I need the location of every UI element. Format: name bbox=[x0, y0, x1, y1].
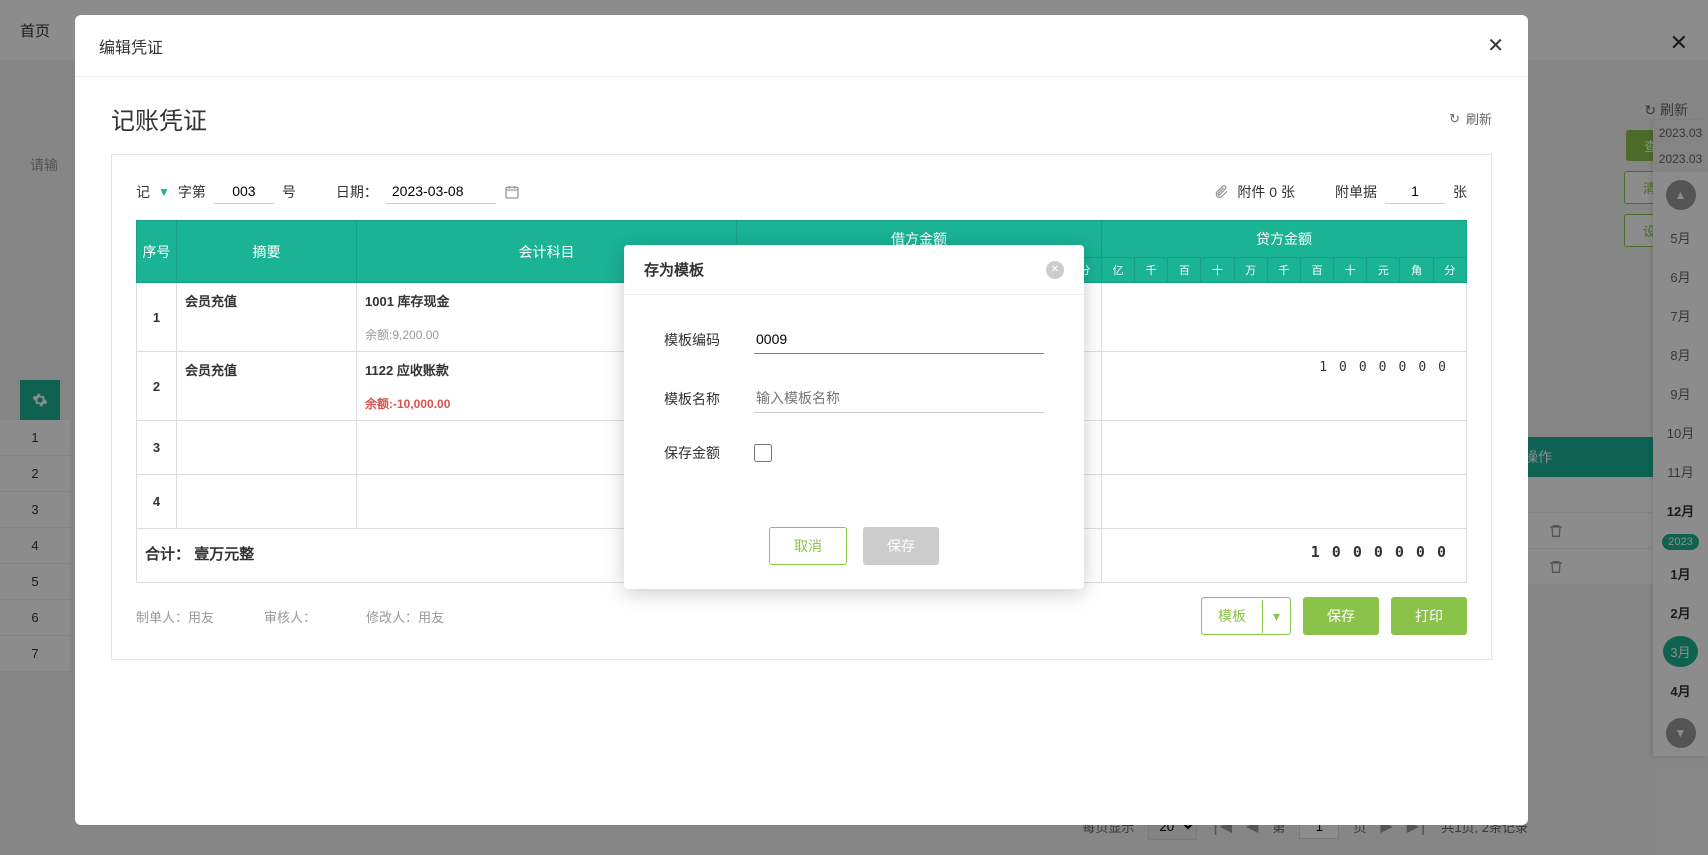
digit-label: 元 bbox=[1367, 258, 1400, 283]
bill-count-input[interactable] bbox=[1385, 179, 1445, 204]
bill-suffix: 张 bbox=[1453, 182, 1467, 202]
digit-label: 十 bbox=[1201, 258, 1234, 283]
digit-label: 千 bbox=[1135, 258, 1168, 283]
template-button[interactable]: 模板 ▾ bbox=[1201, 597, 1291, 635]
calendar-icon[interactable] bbox=[504, 184, 520, 200]
row-idx: 1 bbox=[137, 283, 177, 352]
digit-label: 百 bbox=[1168, 258, 1201, 283]
bill-label: 附单据 bbox=[1335, 182, 1377, 202]
template-code-input[interactable] bbox=[754, 325, 1044, 354]
print-button[interactable]: 打印 bbox=[1391, 597, 1467, 635]
word-label: 字第 bbox=[178, 182, 206, 202]
refresh-icon: ↻ bbox=[1449, 111, 1460, 127]
digit-label: 亿 bbox=[1101, 258, 1134, 283]
template-name-input[interactable] bbox=[754, 384, 1044, 413]
voucher-heading: 记账凭证 bbox=[111, 101, 207, 136]
dialog-title: 存为模板 bbox=[644, 259, 704, 280]
modal-header: 编辑凭证 ✕ bbox=[75, 15, 1528, 77]
chevron-down-icon[interactable]: ▾ bbox=[1262, 600, 1290, 633]
modifier-info: 修改人：用友 bbox=[366, 607, 444, 626]
row-credit[interactable] bbox=[1101, 283, 1466, 352]
template-name-label: 模板名称 bbox=[664, 389, 734, 409]
digit-label: 角 bbox=[1400, 258, 1433, 283]
row-idx: 3 bbox=[137, 421, 177, 475]
template-code-label: 模板编码 bbox=[664, 330, 734, 350]
row-summary[interactable]: 会员充值 bbox=[177, 352, 357, 421]
refresh-button[interactable]: ↻ 刷新 bbox=[1449, 109, 1492, 128]
modal-title: 编辑凭证 bbox=[99, 34, 163, 58]
row-summary[interactable] bbox=[177, 421, 357, 475]
digit-label: 千 bbox=[1267, 258, 1300, 283]
col-idx: 序号 bbox=[137, 221, 177, 283]
auditor-info: 审核人： bbox=[264, 607, 316, 626]
total-credit: 1000000 bbox=[1101, 529, 1466, 583]
digit-label: 万 bbox=[1234, 258, 1267, 283]
maker-info: 制单人：用友 bbox=[136, 607, 214, 626]
row-summary[interactable] bbox=[177, 475, 357, 529]
chevron-down-icon[interactable]: ▼ bbox=[158, 185, 170, 199]
save-amount-label: 保存金额 bbox=[664, 443, 734, 463]
digit-label: 百 bbox=[1300, 258, 1333, 283]
paperclip-icon[interactable] bbox=[1213, 184, 1229, 200]
digit-label: 分 bbox=[1433, 258, 1466, 283]
date-input[interactable] bbox=[386, 179, 496, 204]
voucher-type[interactable]: 记 bbox=[136, 182, 150, 202]
number-suffix: 号 bbox=[282, 182, 296, 202]
col-credit: 贷方金额 bbox=[1101, 221, 1466, 258]
row-credit[interactable] bbox=[1101, 421, 1466, 475]
row-idx: 2 bbox=[137, 352, 177, 421]
dialog-save-button[interactable]: 保存 bbox=[863, 527, 939, 565]
date-label: 日期： bbox=[336, 182, 378, 202]
row-credit[interactable] bbox=[1101, 475, 1466, 529]
row-credit[interactable]: 1000000 bbox=[1101, 352, 1466, 421]
save-amount-checkbox[interactable] bbox=[754, 444, 772, 462]
attachment-label: 附件 0 张 bbox=[1237, 182, 1295, 202]
save-template-dialog: 存为模板 ✕ 模板编码 模板名称 保存金额 取消 保存 bbox=[624, 245, 1084, 589]
modal-close-icon[interactable]: ✕ bbox=[1487, 33, 1504, 58]
save-button[interactable]: 保存 bbox=[1303, 597, 1379, 635]
row-summary[interactable]: 会员充值 bbox=[177, 283, 357, 352]
digit-label: 十 bbox=[1334, 258, 1367, 283]
dialog-close-icon[interactable]: ✕ bbox=[1046, 261, 1064, 279]
col-summary: 摘要 bbox=[177, 221, 357, 283]
dialog-cancel-button[interactable]: 取消 bbox=[769, 527, 847, 565]
voucher-number-input[interactable] bbox=[214, 179, 274, 204]
row-idx: 4 bbox=[137, 475, 177, 529]
